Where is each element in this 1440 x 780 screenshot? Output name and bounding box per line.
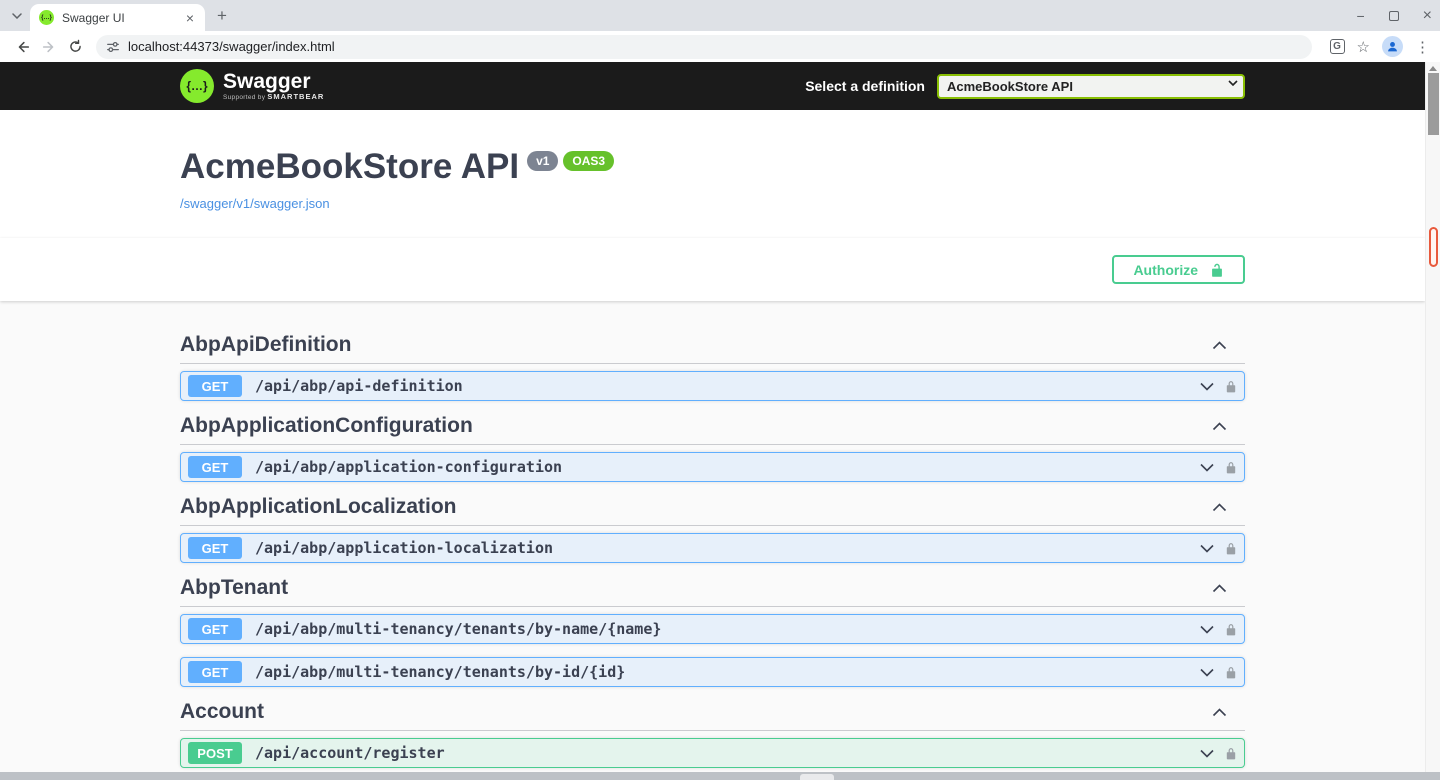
section-header[interactable]: AbpApiDefinition <box>180 333 1245 364</box>
new-tab-button[interactable]: + <box>212 6 232 26</box>
tab-search-icon[interactable] <box>8 7 26 25</box>
section-header[interactable]: AbpApplicationConfiguration <box>180 414 1245 445</box>
section-endpoints: GET /api/abp/application-configuration <box>180 445 1245 482</box>
lock-icon[interactable] <box>1225 461 1237 474</box>
browser-menu-icon[interactable]: ⋮ <box>1415 38 1430 56</box>
api-sections: AbpApiDefinition GET /api/abp/api-defini… <box>180 333 1245 780</box>
section-header[interactable]: Account <box>180 700 1245 731</box>
api-info-section: AcmeBookStore API v1 OAS3 /swagger/v1/sw… <box>0 110 1425 238</box>
section-endpoints: GET /api/abp/multi-tenancy/tenants/by-na… <box>180 607 1245 687</box>
collapse-chevron-up-icon[interactable] <box>1212 421 1227 431</box>
page-content: {…} Swagger Supported by SMARTBEAR Selec… <box>0 62 1425 780</box>
translate-icon[interactable]: G <box>1329 39 1345 54</box>
api-section: AbpApplicationLocalization GET /api/abp/… <box>180 495 1245 563</box>
endpoint-path: /api/abp/application-configuration <box>255 458 563 476</box>
section-title: Account <box>180 700 264 723</box>
endpoint-row[interactable]: POST /api/account/register <box>180 738 1245 768</box>
endpoint-row[interactable]: GET /api/abp/api-definition <box>180 371 1245 401</box>
taskbar-pill <box>800 774 834 780</box>
section-title: AbpTenant <box>180 576 289 599</box>
window-maximize-icon[interactable] <box>1388 10 1399 21</box>
lock-icon[interactable] <box>1225 623 1237 636</box>
section-title: AbpApplicationLocalization <box>180 495 457 518</box>
method-badge: GET <box>188 618 242 640</box>
expand-chevron-down-icon[interactable] <box>1200 749 1214 758</box>
address-bar[interactable]: localhost:44373/swagger/index.html <box>96 34 1312 59</box>
expand-chevron-down-icon[interactable] <box>1200 382 1214 391</box>
swagger-topbar: {…} Swagger Supported by SMARTBEAR Selec… <box>0 62 1425 110</box>
method-badge: GET <box>188 456 242 478</box>
expand-chevron-down-icon[interactable] <box>1200 544 1214 553</box>
version-badge: v1 <box>527 151 559 171</box>
lock-icon[interactable] <box>1225 380 1237 393</box>
section-endpoints: GET /api/abp/application-localization <box>180 526 1245 563</box>
api-section: Account POST /api/account/register <box>180 700 1245 768</box>
method-badge: GET <box>188 375 242 397</box>
section-title: AbpApiDefinition <box>180 333 352 356</box>
definition-select[interactable]: AcmeBookStore API <box>937 73 1245 99</box>
method-badge: GET <box>188 661 242 683</box>
tab-title: Swagger UI <box>62 10 125 25</box>
expand-chevron-down-icon[interactable] <box>1200 625 1214 634</box>
forward-icon[interactable] <box>36 34 62 60</box>
section-header[interactable]: AbpTenant <box>180 576 1245 607</box>
profile-avatar[interactable] <box>1382 36 1403 57</box>
reload-icon[interactable] <box>62 34 88 60</box>
logo-subtext: Supported by SMARTBEAR <box>223 91 325 101</box>
endpoint-path: /api/account/register <box>255 744 445 762</box>
back-icon[interactable] <box>10 34 36 60</box>
endpoint-row[interactable]: GET /api/abp/application-configuration <box>180 452 1245 482</box>
scrollbar-marker <box>1429 227 1438 267</box>
logo-text: Swagger <box>223 69 311 93</box>
endpoint-path: /api/abp/multi-tenancy/tenants/by-name/{… <box>255 620 662 638</box>
method-badge: POST <box>188 742 242 764</box>
endpoint-path: /api/abp/application-localization <box>255 539 554 557</box>
oas-badge: OAS3 <box>563 151 615 171</box>
authorize-button[interactable]: Authorize <box>1112 255 1245 284</box>
vertical-scrollbar[interactable] <box>1425 62 1440 780</box>
endpoint-path: /api/abp/api-definition <box>255 377 463 395</box>
tab-close-icon[interactable]: × <box>184 9 196 27</box>
lock-icon[interactable] <box>1225 542 1237 555</box>
collapse-chevron-up-icon[interactable] <box>1212 583 1227 593</box>
api-section: AbpTenant GET /api/abp/multi-tenancy/ten… <box>180 576 1245 687</box>
section-endpoints: GET /api/abp/api-definition <box>180 364 1245 401</box>
lock-icon[interactable] <box>1225 747 1237 760</box>
window-minimize-icon[interactable]: − <box>1356 8 1364 24</box>
collapse-chevron-up-icon[interactable] <box>1212 340 1227 350</box>
taskbar-edge <box>0 772 1440 780</box>
section-endpoints: POST /api/account/register <box>180 731 1245 768</box>
api-section: AbpApplicationConfiguration GET /api/abp… <box>180 414 1245 482</box>
spec-json-link[interactable]: /swagger/v1/swagger.json <box>180 196 330 211</box>
method-badge: GET <box>188 537 242 559</box>
browser-tab-strip: {…} Swagger UI × + − × <box>0 0 1440 31</box>
swagger-favicon-icon: {…} <box>39 10 54 25</box>
endpoint-row[interactable]: GET /api/abp/multi-tenancy/tenants/by-na… <box>180 614 1245 644</box>
scrollbar-thumb[interactable] <box>1428 73 1439 135</box>
collapse-chevron-up-icon[interactable] <box>1212 502 1227 512</box>
site-settings-icon[interactable] <box>106 40 120 54</box>
bookmark-star-icon[interactable]: ☆ <box>1357 38 1370 56</box>
browser-tab[interactable]: {…} Swagger UI × <box>30 4 205 31</box>
endpoint-path: /api/abp/multi-tenancy/tenants/by-id/{id… <box>255 663 626 681</box>
url-text[interactable]: localhost:44373/swagger/index.html <box>128 39 335 54</box>
collapse-chevron-up-icon[interactable] <box>1212 707 1227 717</box>
browser-toolbar: localhost:44373/swagger/index.html G ☆ ⋮ <box>0 31 1440 62</box>
expand-chevron-down-icon[interactable] <box>1200 668 1214 677</box>
scheme-container: Authorize <box>0 238 1425 301</box>
section-title: AbpApplicationConfiguration <box>180 414 473 437</box>
expand-chevron-down-icon[interactable] <box>1200 463 1214 472</box>
select-definition-label: Select a definition <box>805 78 925 94</box>
swagger-logo: {…} Swagger Supported by SMARTBEAR <box>180 69 324 103</box>
endpoint-row[interactable]: GET /api/abp/multi-tenancy/tenants/by-id… <box>180 657 1245 687</box>
unlock-icon <box>1210 263 1224 277</box>
swagger-logo-icon: {…} <box>180 69 214 103</box>
window-close-icon[interactable]: × <box>1423 7 1432 25</box>
api-title: AcmeBookStore API v1 OAS3 <box>180 147 1245 187</box>
endpoint-row[interactable]: GET /api/abp/application-localization <box>180 533 1245 563</box>
lock-icon[interactable] <box>1225 666 1237 679</box>
section-header[interactable]: AbpApplicationLocalization <box>180 495 1245 526</box>
api-section: AbpApiDefinition GET /api/abp/api-defini… <box>180 333 1245 401</box>
